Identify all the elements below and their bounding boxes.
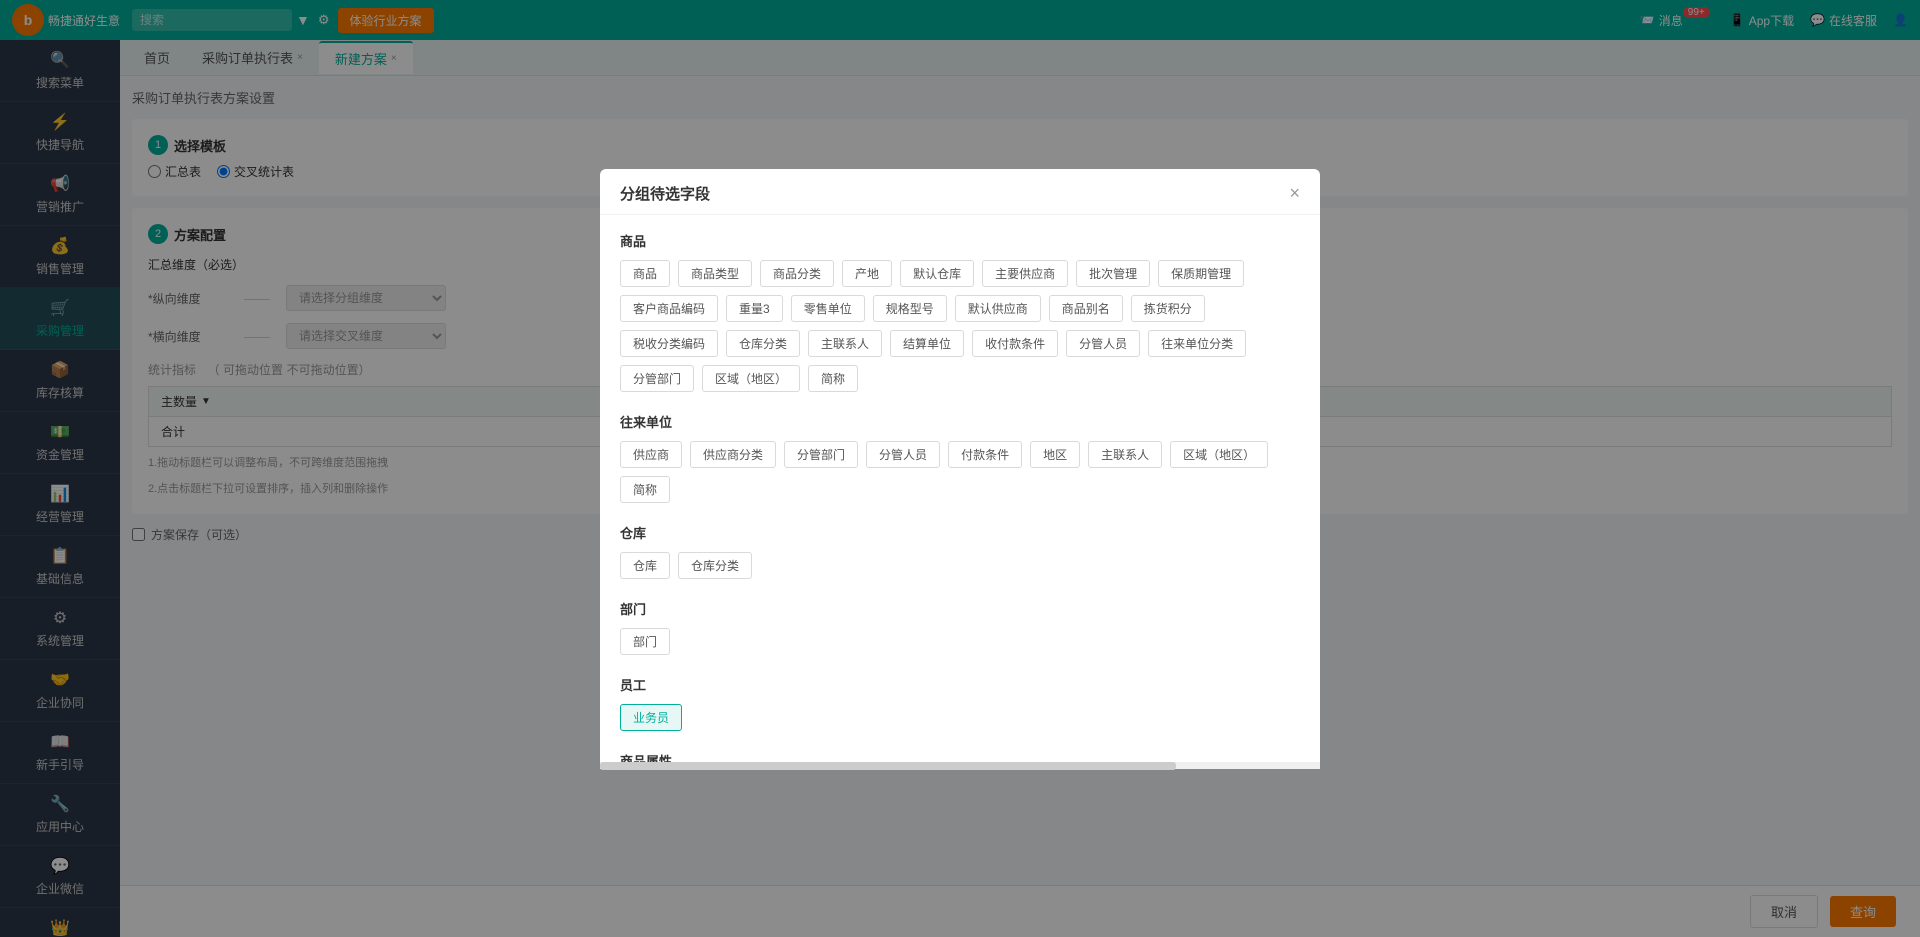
field-tag-settlement-unit[interactable]: 结算单位 xyxy=(890,330,964,357)
field-tag-batch-mgmt[interactable]: 批次管理 xyxy=(1076,260,1150,287)
field-tag-manager[interactable]: 分管人员 xyxy=(1066,330,1140,357)
field-tag-region-product[interactable]: 区域（地区） xyxy=(702,365,800,392)
field-section-warehouse-title: 仓库 xyxy=(620,523,1300,542)
field-tag-short-name-product[interactable]: 简称 xyxy=(808,365,858,392)
field-tag-partner-category[interactable]: 往来单位分类 xyxy=(1148,330,1246,357)
field-tags-employee: 业务员 xyxy=(620,704,1300,731)
field-tag-default-warehouse[interactable]: 默认仓库 xyxy=(900,260,974,287)
modal-header: 分组待选字段 × xyxy=(600,169,1320,215)
field-tag-salesperson[interactable]: 业务员 xyxy=(620,704,682,731)
field-section-product-attr: 商品属性 属性 颜色 多规格 尺码 鞋码 1 xyxy=(620,751,1300,763)
modal-body: 商品 商品 商品类型 商品分类 产地 默认仓库 主要供应商 批次管理 保质期管理… xyxy=(600,215,1320,763)
field-section-dept: 部门 部门 xyxy=(620,599,1300,655)
field-tag-person-partner[interactable]: 分管人员 xyxy=(866,441,940,468)
field-tag-warehouse[interactable]: 仓库 xyxy=(620,552,670,579)
field-tag-weight3[interactable]: 重量3 xyxy=(726,295,783,322)
field-tag-managing-dept[interactable]: 分管部门 xyxy=(620,365,694,392)
field-tag-product-alias[interactable]: 商品别名 xyxy=(1049,295,1123,322)
field-tag-payment-terms[interactable]: 收付款条件 xyxy=(972,330,1058,357)
modal-title: 分组待选字段 xyxy=(620,183,710,204)
field-tag-product[interactable]: 商品 xyxy=(620,260,670,287)
field-tag-product-type[interactable]: 商品类型 xyxy=(678,260,752,287)
field-section-dept-title: 部门 xyxy=(620,599,1300,618)
field-section-partner: 往来单位 供应商 供应商分类 分管部门 分管人员 付款条件 地区 主联系人 区域… xyxy=(620,412,1300,503)
modal-dialog: 分组待选字段 × 商品 商品 商品类型 商品分类 产地 默认仓库 主要供应商 批… xyxy=(600,169,1320,769)
field-tag-supplier[interactable]: 供应商 xyxy=(620,441,682,468)
field-tags-dept: 部门 xyxy=(620,628,1300,655)
field-tag-dept-partner[interactable]: 分管部门 xyxy=(784,441,858,468)
field-section-partner-title: 往来单位 xyxy=(620,412,1300,431)
field-tag-retail-unit[interactable]: 零售单位 xyxy=(791,295,865,322)
field-tag-product-category[interactable]: 商品分类 xyxy=(760,260,834,287)
field-tag-short-name-partner[interactable]: 简称 xyxy=(620,476,670,503)
field-tag-warehouse-cat[interactable]: 仓库分类 xyxy=(678,552,752,579)
field-tag-area[interactable]: 地区 xyxy=(1030,441,1080,468)
field-tag-dept[interactable]: 部门 xyxy=(620,628,670,655)
field-section-product-attr-title: 商品属性 xyxy=(620,751,1300,763)
modal-overlay[interactable]: 分组待选字段 × 商品 商品 商品类型 商品分类 产地 默认仓库 主要供应商 批… xyxy=(0,0,1920,937)
field-tags-partner: 供应商 供应商分类 分管部门 分管人员 付款条件 地区 主联系人 区域（地区） … xyxy=(620,441,1300,503)
field-tag-supplier-category[interactable]: 供应商分类 xyxy=(690,441,776,468)
field-tag-spec-model[interactable]: 规格型号 xyxy=(873,295,947,322)
field-tag-region-partner[interactable]: 区域（地区） xyxy=(1170,441,1268,468)
field-section-warehouse: 仓库 仓库 仓库分类 xyxy=(620,523,1300,579)
field-section-employee: 员工 业务员 xyxy=(620,675,1300,731)
modal-close-btn[interactable]: × xyxy=(1289,184,1300,202)
field-tag-pick-points[interactable]: 拣货积分 xyxy=(1131,295,1205,322)
field-tag-shelf-life[interactable]: 保质期管理 xyxy=(1158,260,1244,287)
field-tag-tax-code[interactable]: 税收分类编码 xyxy=(620,330,718,357)
field-tags-warehouse: 仓库 仓库分类 xyxy=(620,552,1300,579)
modal-hscroll-thumb xyxy=(600,762,1176,770)
field-section-employee-title: 员工 xyxy=(620,675,1300,694)
field-tag-warehouse-category[interactable]: 仓库分类 xyxy=(726,330,800,357)
field-tag-main-contact[interactable]: 主联系人 xyxy=(808,330,882,357)
field-tag-default-supplier[interactable]: 默认供应商 xyxy=(955,295,1041,322)
field-tag-customer-code[interactable]: 客户商品编码 xyxy=(620,295,718,322)
modal-horizontal-scrollbar[interactable] xyxy=(600,762,1320,768)
field-tag-origin[interactable]: 产地 xyxy=(842,260,892,287)
field-section-product: 商品 商品 商品类型 商品分类 产地 默认仓库 主要供应商 批次管理 保质期管理… xyxy=(620,231,1300,392)
field-section-product-title: 商品 xyxy=(620,231,1300,250)
field-tag-main-supplier[interactable]: 主要供应商 xyxy=(982,260,1068,287)
field-tag-main-contact-partner[interactable]: 主联系人 xyxy=(1088,441,1162,468)
field-tag-payment-cond[interactable]: 付款条件 xyxy=(948,441,1022,468)
field-tags-product: 商品 商品类型 商品分类 产地 默认仓库 主要供应商 批次管理 保质期管理 客户… xyxy=(620,260,1300,392)
